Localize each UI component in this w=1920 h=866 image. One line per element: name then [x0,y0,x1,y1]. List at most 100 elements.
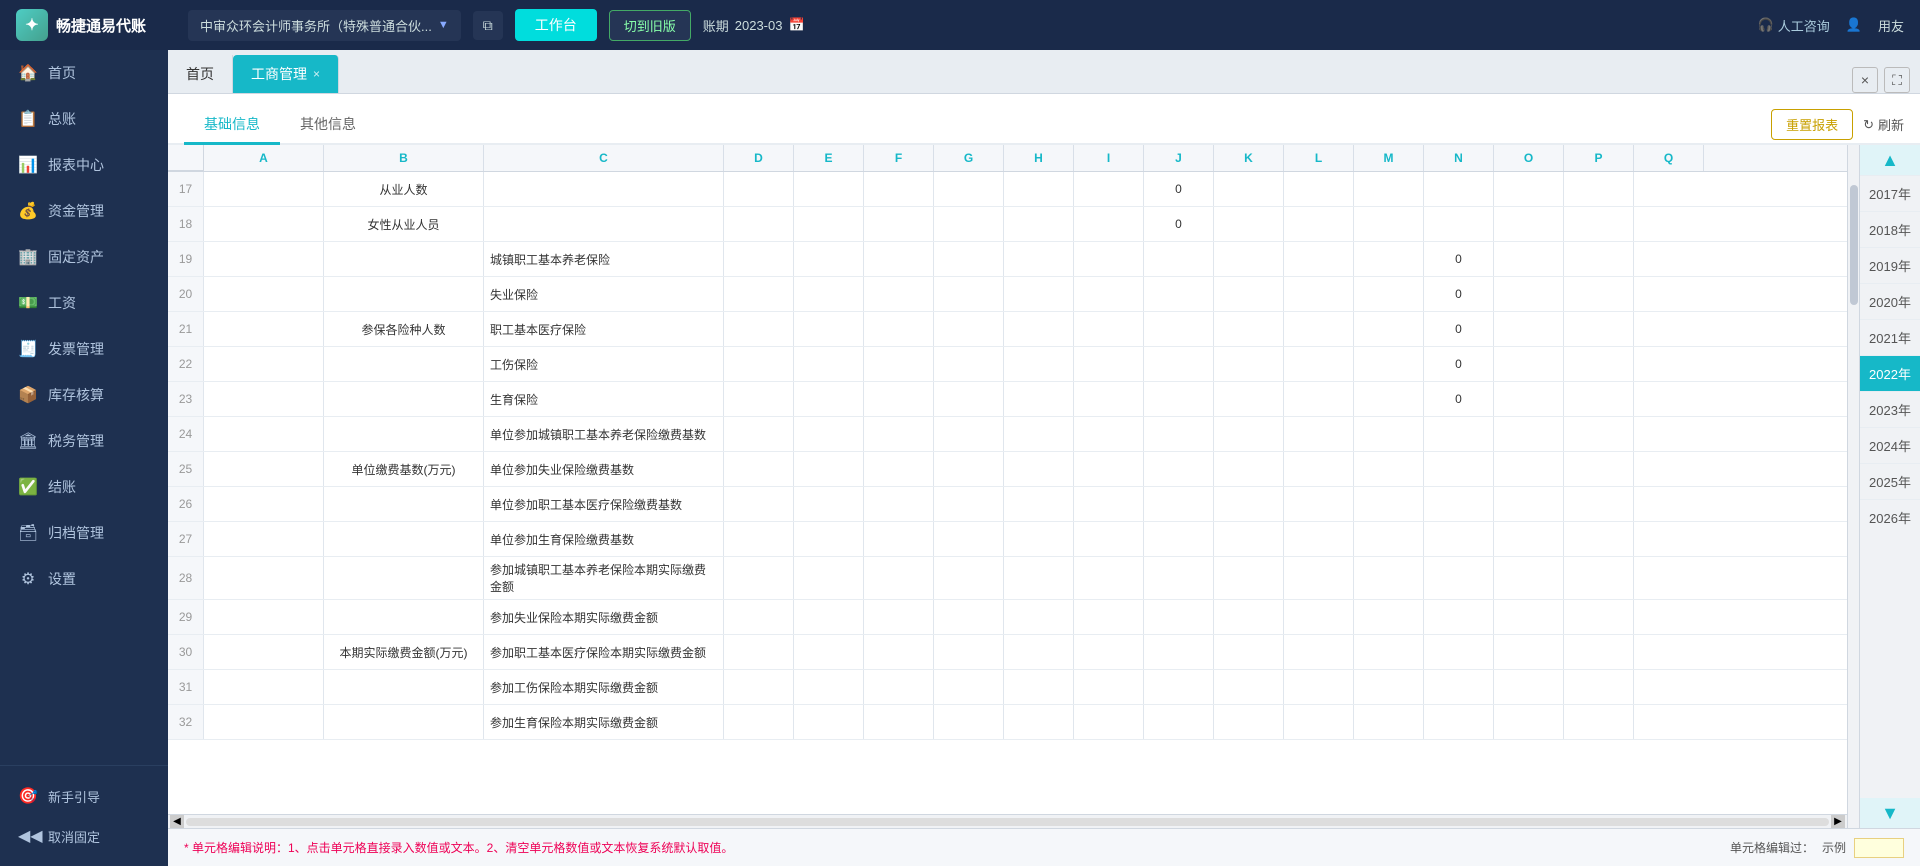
cell-b-21[interactable]: 参保各险种人数 [324,312,484,346]
cell-empty[interactable] [1074,635,1144,669]
cell-empty[interactable] [794,487,864,521]
cell-a-30[interactable] [204,635,324,669]
cell-pq[interactable] [1564,312,1634,346]
cell-empty[interactable] [864,277,934,311]
cell-b-30[interactable]: 本期实际缴费金额(万元) [324,635,484,669]
cell-c-21[interactable]: 职工基本医疗保险 [484,312,724,346]
cell-empty[interactable] [1074,452,1144,486]
cell-empty[interactable] [1004,705,1074,739]
cell-pq[interactable] [1564,670,1634,704]
cell-empty[interactable] [794,635,864,669]
cell-empty[interactable] [1004,207,1074,241]
cell-a-21[interactable] [204,312,324,346]
cell-empty[interactable] [1004,635,1074,669]
cell-pq[interactable] [1564,522,1634,556]
inner-tab-basic[interactable]: 基础信息 [184,106,280,145]
cell-empty[interactable] [934,312,1004,346]
cell-o-28[interactable] [1424,557,1494,599]
cell-pq[interactable] [1494,452,1564,486]
cell-empty[interactable] [724,600,794,634]
cell-pq[interactable] [1494,242,1564,276]
cell-pq[interactable] [1494,600,1564,634]
cell-b-24[interactable] [324,417,484,451]
cell-empty[interactable] [864,600,934,634]
cell-pq[interactable] [1564,557,1634,599]
year-item-2022年[interactable]: 2022年 [1860,355,1920,391]
cell-empty[interactable] [794,242,864,276]
cell-empty[interactable] [724,172,794,206]
cell-lmn[interactable] [1354,522,1424,556]
cell-empty[interactable] [1004,382,1074,416]
refresh-button[interactable]: ↻ 刷新 [1863,115,1904,134]
cell-pq[interactable] [1494,487,1564,521]
cell-c-24[interactable]: 单位参加城镇职工基本养老保险缴费基数 [484,417,724,451]
cell-empty[interactable] [1074,670,1144,704]
cell-pq[interactable] [1494,172,1564,206]
cell-lmn[interactable] [1284,417,1354,451]
cell-c-18[interactable] [484,207,724,241]
cell-lmn[interactable] [1284,207,1354,241]
cell-empty[interactable] [724,312,794,346]
cell-empty[interactable] [724,242,794,276]
cell-pq[interactable] [1494,522,1564,556]
sidebar-item-guide[interactable]: 🎯 新手引导 [0,776,168,816]
cell-lmn[interactable] [1354,417,1424,451]
cell-empty[interactable] [864,242,934,276]
cell-lmn[interactable] [1214,487,1284,521]
cell-empty[interactable] [1074,705,1144,739]
cell-pq[interactable] [1494,417,1564,451]
cell-empty[interactable] [864,487,934,521]
cell-empty[interactable] [1004,417,1074,451]
cell-c-27[interactable]: 单位参加生育保险缴费基数 [484,522,724,556]
cell-empty[interactable] [1074,207,1144,241]
cell-lmn[interactable] [1354,277,1424,311]
cell-lmn[interactable] [1354,600,1424,634]
cell-a-19[interactable] [204,242,324,276]
scroll-right-button[interactable]: ▶ [1831,815,1845,829]
cell-a-27[interactable] [204,522,324,556]
inner-tab-other[interactable]: 其他信息 [280,106,376,145]
cell-b-31[interactable] [324,670,484,704]
cell-empty[interactable] [724,452,794,486]
cell-k-32[interactable] [1144,705,1214,739]
cell-empty[interactable] [1004,172,1074,206]
cell-empty[interactable] [794,417,864,451]
cell-empty[interactable] [794,312,864,346]
cell-empty[interactable] [1074,487,1144,521]
cell-a-18[interactable] [204,207,324,241]
cell-empty[interactable] [864,172,934,206]
cell-empty[interactable] [1074,172,1144,206]
cell-lmn[interactable] [1214,452,1284,486]
cell-lmn[interactable] [1214,600,1284,634]
cell-empty[interactable] [934,207,1004,241]
year-item-2017年[interactable]: 2017年 [1860,175,1920,211]
cell-o-21[interactable]: 0 [1424,312,1494,346]
cell-lmn[interactable] [1214,277,1284,311]
cell-empty[interactable] [934,635,1004,669]
cell-lmn[interactable] [1354,312,1424,346]
cell-empty[interactable] [1074,600,1144,634]
cell-empty[interactable] [864,705,934,739]
cell-empty[interactable] [864,670,934,704]
cell-k-20[interactable] [1144,277,1214,311]
cell-b-25[interactable]: 单位缴费基数(万元) [324,452,484,486]
cell-empty[interactable] [1004,452,1074,486]
cell-empty[interactable] [1004,600,1074,634]
vertical-scrollbar[interactable] [1847,145,1859,828]
cell-empty[interactable] [864,417,934,451]
cell-o-25[interactable] [1424,452,1494,486]
cell-lmn[interactable] [1214,312,1284,346]
cell-a-28[interactable] [204,557,324,599]
cell-empty[interactable] [724,277,794,311]
cell-lmn[interactable] [1214,417,1284,451]
cell-empty[interactable] [794,670,864,704]
sidebar-item-ledger[interactable]: 📋总账 [0,96,168,142]
cell-pq[interactable] [1494,382,1564,416]
cell-a-20[interactable] [204,277,324,311]
cell-pq[interactable] [1494,635,1564,669]
cell-lmn[interactable] [1284,635,1354,669]
cell-c-19[interactable]: 城镇职工基本养老保险 [484,242,724,276]
close-panel-button[interactable]: × [1852,67,1878,93]
fullscreen-button[interactable]: ⛶ [1884,67,1910,93]
cell-k-26[interactable] [1144,487,1214,521]
